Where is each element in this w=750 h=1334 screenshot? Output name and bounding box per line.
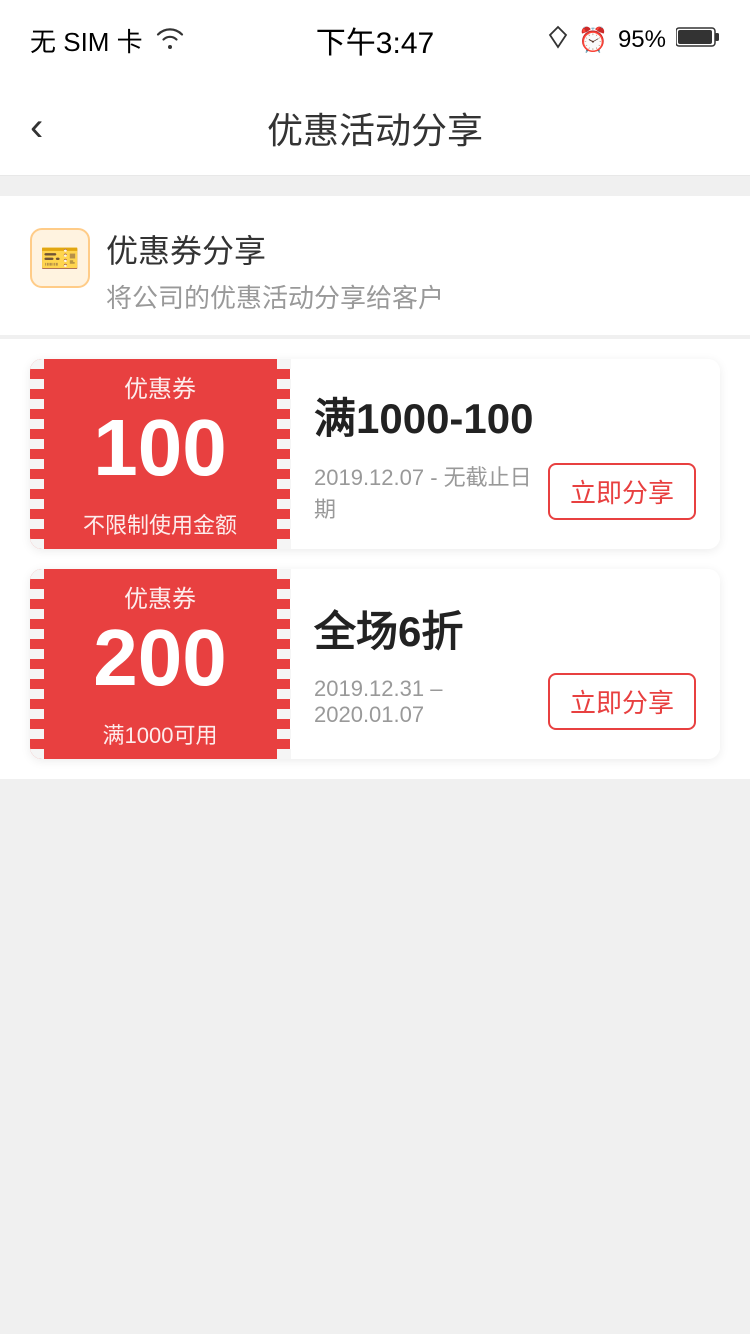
section-subtitle: 将公司的优惠活动分享给客户 <box>106 278 444 315</box>
page-title: 优惠活动分享 <box>267 102 483 154</box>
share-button-2[interactable]: 立即分享 <box>548 673 696 730</box>
back-button[interactable]: ‹ <box>30 105 43 150</box>
section-title: 优惠券分享 <box>106 226 444 272</box>
battery-text: 95% <box>618 26 666 54</box>
coupon-right-1: 满1000-100 2019.12.07 - 无截止日期 立即分享 <box>290 359 720 549</box>
coupon-left-2: 优惠券 200 满1000可用 <box>30 569 290 759</box>
coupon-footer-2: 2019.12.31 – 2020.01.07 立即分享 <box>314 673 696 730</box>
coupon-label-2: 优惠券 <box>124 579 196 614</box>
coupon-left-1: 优惠券 100 不限制使用金额 <box>30 359 290 549</box>
coupon-card-1: 优惠券 100 不限制使用金额 满1000-100 2019.12.07 - 无… <box>30 359 720 549</box>
share-button-1[interactable]: 立即分享 <box>548 463 696 520</box>
coupon-share-icon: 🎫 <box>30 228 90 288</box>
coupon-name-2: 全场6折 <box>314 598 696 659</box>
status-left: 无 SIM 卡 <box>30 22 185 59</box>
coupon-footer-1: 2019.12.07 - 无截止日期 立即分享 <box>314 460 696 524</box>
carrier-text: 无 SIM 卡 <box>30 22 143 59</box>
coupon-name-1: 满1000-100 <box>314 385 696 446</box>
section-header: 🎫 优惠券分享 将公司的优惠活动分享给客户 <box>0 196 750 335</box>
alarm-icon: ⏰ <box>578 26 608 55</box>
coupon-date-1: 2019.12.07 - 无截止日期 <box>314 460 548 524</box>
coupon-condition-2: 满1000可用 <box>103 718 218 750</box>
coupon-amount-2: 200 <box>93 618 226 698</box>
status-bar: 无 SIM 卡 下午3:47 ⏰ 95% <box>0 0 750 80</box>
coupons-list: 优惠券 100 不限制使用金额 满1000-100 2019.12.07 - 无… <box>0 339 750 779</box>
section-text: 优惠券分享 将公司的优惠活动分享给客户 <box>106 226 444 315</box>
coupon-card-2: 优惠券 200 满1000可用 全场6折 2019.12.31 – 2020.0… <box>30 569 720 759</box>
battery-icon <box>676 26 720 55</box>
status-right: ⏰ 95% <box>548 25 720 56</box>
nav-bar: ‹ 优惠活动分享 <box>0 80 750 176</box>
wifi-icon <box>155 25 185 56</box>
status-time: 下午3:47 <box>316 18 434 62</box>
empty-area <box>0 779 750 1279</box>
coupon-condition-1: 不限制使用金额 <box>83 508 237 540</box>
coupon-date-2: 2019.12.31 – 2020.01.07 <box>314 676 548 728</box>
coupon-label-1: 优惠券 <box>124 369 196 404</box>
coupon-right-2: 全场6折 2019.12.31 – 2020.01.07 立即分享 <box>290 569 720 759</box>
coupon-amount-1: 100 <box>93 408 226 488</box>
location-icon <box>548 25 568 56</box>
